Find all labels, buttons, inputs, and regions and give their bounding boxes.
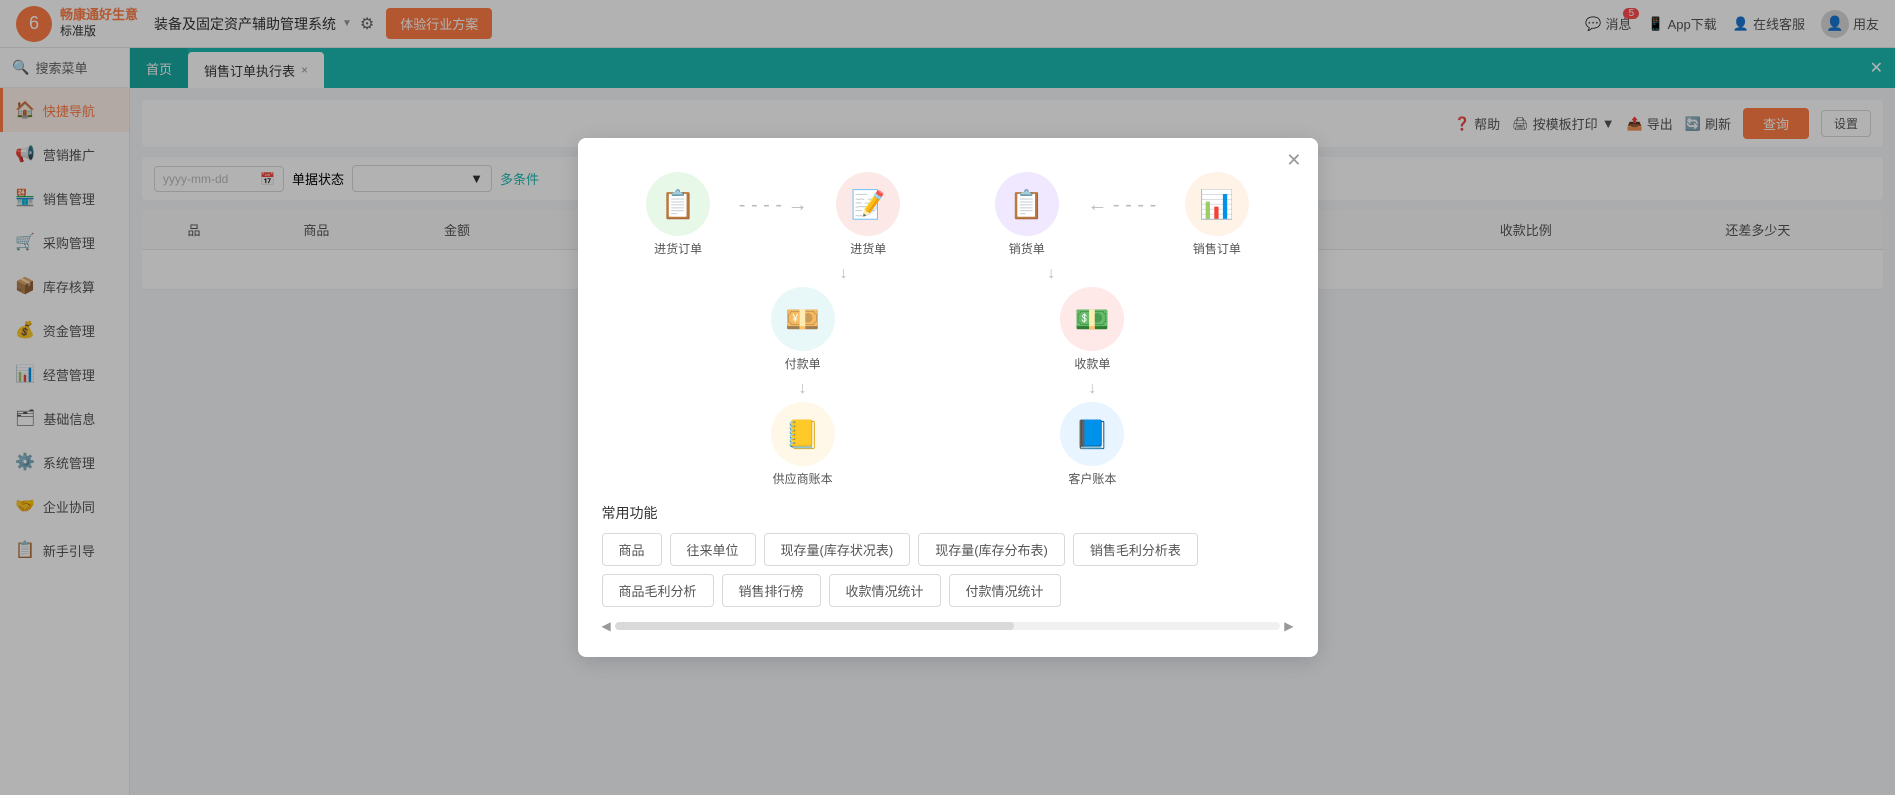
arrow-down-purchase: ↓ bbox=[770, 265, 918, 283]
purchase-order-label: 进货订单 bbox=[654, 240, 702, 257]
arrow-right-1: - - - - → bbox=[735, 194, 812, 217]
flow-node-purchase-bill: 📝 进货单 bbox=[812, 172, 925, 257]
common-functions-title: 常用功能 bbox=[602, 503, 1294, 523]
arrow-down-payment: ↓ bbox=[742, 380, 863, 398]
flow-diagram-area: 📋 进货订单 - - - - → 📝 进货单 📋 销货单 ← - bbox=[602, 162, 1294, 487]
flow-row-2: 💴 付款单 💵 收款单 bbox=[622, 287, 1274, 372]
sales-bill-label: 销货单 bbox=[1009, 240, 1045, 257]
func-btn-3[interactable]: 现存量(库存分布表) bbox=[918, 533, 1065, 566]
arrow-down-sales: ↓ bbox=[977, 265, 1125, 283]
modal-close-btn[interactable]: ✕ bbox=[1286, 150, 1301, 171]
flow-node-supplier-ledger: 📒 供应商账本 bbox=[742, 402, 863, 487]
horizontal-scrollbar[interactable]: ◀ ▶ bbox=[602, 619, 1294, 633]
payment-bill-icon: 💴 bbox=[771, 287, 835, 351]
supplier-ledger-label: 供应商账本 bbox=[773, 470, 833, 487]
receipt-bill-label: 收款单 bbox=[1074, 355, 1110, 372]
scroll-track bbox=[615, 622, 1281, 630]
flow-node-receipt-bill: 💵 收款单 bbox=[1032, 287, 1153, 372]
func-btn-5[interactable]: 商品毛利分析 bbox=[602, 574, 714, 607]
func-btn-1[interactable]: 往来单位 bbox=[670, 533, 756, 566]
customer-ledger-label: 客户账本 bbox=[1068, 470, 1116, 487]
flow-node-customer-ledger: 📘 客户账本 bbox=[1032, 402, 1153, 487]
supplier-ledger-icon: 📒 bbox=[771, 402, 835, 466]
purchase-bill-icon: 📝 bbox=[836, 172, 900, 236]
flow-row-3: 📒 供应商账本 📘 客户账本 bbox=[622, 402, 1274, 487]
func-btn-4[interactable]: 销售毛利分析表 bbox=[1073, 533, 1198, 566]
payment-bill-label: 付款单 bbox=[785, 355, 821, 372]
receipt-bill-icon: 💵 bbox=[1060, 287, 1124, 351]
arrows-down-row: ↓ ↓ bbox=[622, 265, 1274, 283]
sales-bill-icon: 📋 bbox=[995, 172, 1059, 236]
flow-node-sales-order: 📊 销售订单 bbox=[1160, 172, 1273, 257]
scroll-thumb[interactable] bbox=[615, 622, 1014, 630]
sales-order-icon: 📊 bbox=[1185, 172, 1249, 236]
scroll-right-icon[interactable]: ▶ bbox=[1284, 619, 1293, 633]
arrow-down-receipt: ↓ bbox=[1032, 380, 1153, 398]
modal: ✕ 📋 进货订单 - - - - → 📝 进货单 bbox=[578, 138, 1318, 657]
customer-ledger-icon: 📘 bbox=[1060, 402, 1124, 466]
func-btn-8[interactable]: 付款情况统计 bbox=[949, 574, 1061, 607]
flow-row-1: 📋 进货订单 - - - - → 📝 进货单 📋 销货单 ← - bbox=[622, 172, 1274, 257]
func-btn-2[interactable]: 现存量(库存状况表) bbox=[764, 533, 911, 566]
purchase-bill-label: 进货单 bbox=[850, 240, 886, 257]
sales-order-label: 销售订单 bbox=[1193, 240, 1241, 257]
flow-node-purchase-order: 📋 进货订单 bbox=[622, 172, 735, 257]
func-buttons: 商品往来单位现存量(库存状况表)现存量(库存分布表)销售毛利分析表商品毛利分析销… bbox=[602, 533, 1294, 607]
modal-overlay[interactable]: ✕ 📋 进货订单 - - - - → 📝 进货单 bbox=[0, 0, 1895, 795]
func-btn-7[interactable]: 收款情况统计 bbox=[829, 574, 941, 607]
common-functions: 常用功能 商品往来单位现存量(库存状况表)现存量(库存分布表)销售毛利分析表商品… bbox=[602, 503, 1294, 607]
func-btn-6[interactable]: 销售排行榜 bbox=[722, 574, 821, 607]
flow-node-sales-bill: 📋 销货单 bbox=[970, 172, 1083, 257]
purchase-order-icon: 📋 bbox=[646, 172, 710, 236]
flow-node-payment-bill: 💴 付款单 bbox=[742, 287, 863, 372]
arrow-left-1: ← - - - - bbox=[1083, 194, 1160, 217]
scroll-left-icon[interactable]: ◀ bbox=[602, 619, 611, 633]
func-btn-0[interactable]: 商品 bbox=[602, 533, 662, 566]
arrows-down-row-2: ↓ ↓ bbox=[622, 380, 1274, 398]
